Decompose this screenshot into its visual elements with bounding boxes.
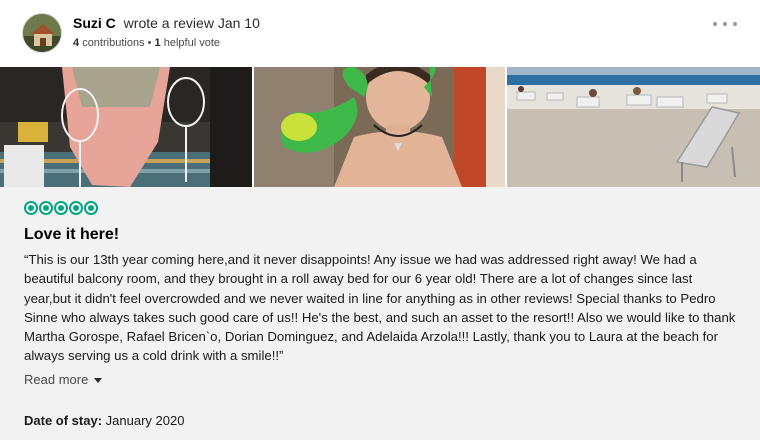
- review-text: “This is our 13th year coming here,and i…: [24, 252, 736, 364]
- reviewer-stats: 4 contributions • 1 helpful vote: [73, 37, 220, 49]
- review-photo-2[interactable]: [254, 67, 505, 187]
- read-more-button[interactable]: Read more: [24, 372, 103, 387]
- review-title[interactable]: Love it here!: [24, 226, 119, 244]
- stats-separator: •: [147, 37, 152, 49]
- read-more-label: Read more: [24, 372, 89, 387]
- review-photo-3[interactable]: [507, 67, 760, 187]
- chevron-down-icon: [94, 378, 103, 384]
- more-options-icon[interactable]: [712, 16, 738, 32]
- helpful-count: 1: [154, 37, 161, 49]
- rating-bubble-icon: [84, 201, 98, 215]
- review-photos: [0, 67, 760, 187]
- date-of-stay: Date of stay: January 2020: [24, 413, 184, 428]
- rating-bubble-icon: [69, 201, 83, 215]
- rating-bubble-icon: [54, 201, 68, 215]
- rating-bubble-icon: [24, 201, 38, 215]
- review-action: wrote a review Jan 10: [123, 15, 260, 31]
- review-body: Love it here! “This is our 13th year com…: [0, 187, 760, 440]
- date-of-stay-value: January 2020: [105, 413, 185, 428]
- contributions-label: contributions: [82, 37, 145, 49]
- rating-bubble-icon: [39, 201, 53, 215]
- contributions-count: 4: [73, 37, 80, 49]
- avatar[interactable]: [22, 13, 62, 53]
- reviewer-name[interactable]: Suzi C: [73, 15, 116, 31]
- review-photo-1[interactable]: [0, 67, 252, 187]
- review-header: Suzi C wrote a review Jan 10 4 contribut…: [0, 0, 760, 66]
- reviewer-line: Suzi C wrote a review Jan 10: [73, 15, 260, 31]
- helpful-label: helpful vote: [163, 37, 220, 49]
- rating-bubbles: [24, 201, 100, 215]
- date-of-stay-label: Date of stay:: [24, 413, 103, 428]
